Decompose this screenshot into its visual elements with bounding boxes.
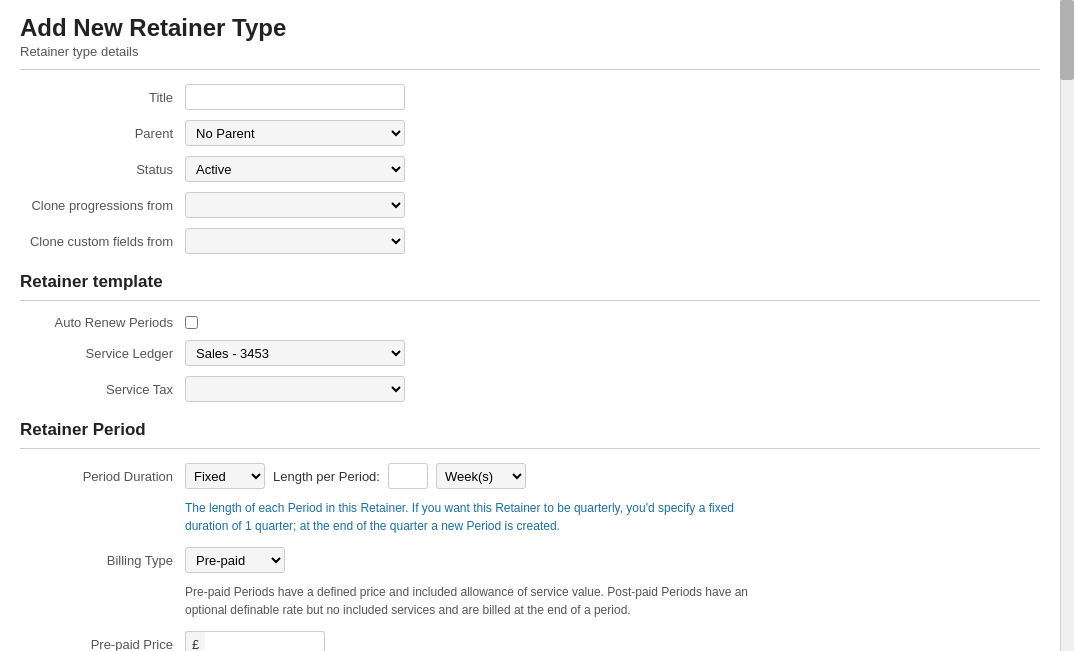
clone-progressions-select[interactable] (185, 192, 405, 218)
scrollbar-thumb[interactable] (1060, 0, 1074, 80)
service-ledger-select[interactable]: Sales - 3453 (185, 340, 405, 366)
prepaid-price-controls: £ (185, 631, 325, 651)
service-ledger-label: Service Ledger (20, 346, 185, 361)
parent-label: Parent (20, 126, 185, 141)
period-duration-row: Period Duration Fixed Variable Length pe… (20, 463, 1040, 489)
parent-select[interactable]: No Parent (185, 120, 405, 146)
status-row: Status Active Inactive (20, 156, 1040, 182)
title-label: Title (20, 90, 185, 105)
auto-renew-label: Auto Renew Periods (20, 315, 185, 330)
prepaid-price-label: Pre-paid Price (20, 637, 185, 652)
main-content: Add New Retainer Type Retainer type deta… (0, 0, 1060, 651)
prepaid-price-input[interactable] (205, 631, 325, 651)
week-select[interactable]: Week(s) Month(s) Year(s) (436, 463, 526, 489)
clone-custom-fields-row: Clone custom fields from (20, 228, 1040, 254)
auto-renew-row: Auto Renew Periods (20, 315, 1040, 330)
period-duration-help: The length of each Period in this Retain… (185, 499, 775, 535)
retainer-period-heading: Retainer Period (20, 420, 1040, 440)
length-per-period-label: Length per Period: (273, 469, 380, 484)
status-select[interactable]: Active Inactive (185, 156, 405, 182)
service-tax-select[interactable] (185, 376, 405, 402)
service-ledger-row: Service Ledger Sales - 3453 (20, 340, 1040, 366)
prepaid-price-row: Pre-paid Price £ (20, 631, 1040, 651)
service-tax-row: Service Tax (20, 376, 1040, 402)
clone-progressions-row: Clone progressions from (20, 192, 1040, 218)
retainer-period-section: Retainer Period Period Duration Fixed Va… (20, 420, 1040, 651)
period-duration-controls: Fixed Variable Length per Period: Week(s… (185, 463, 526, 489)
retainer-template-section: Retainer template Auto Renew Periods Ser… (20, 272, 1040, 402)
billing-type-row: Billing Type Pre-paid Post-paid (20, 547, 1040, 573)
auto-renew-checkbox-wrap (185, 316, 198, 329)
currency-symbol: £ (185, 631, 205, 651)
billing-type-help: Pre-paid Periods have a defined price an… (185, 583, 775, 619)
period-duration-label: Period Duration (20, 469, 185, 484)
section-divider-template (20, 300, 1040, 301)
scrollbar[interactable] (1060, 0, 1074, 651)
clone-progressions-label: Clone progressions from (20, 198, 185, 213)
period-duration-select[interactable]: Fixed Variable (185, 463, 265, 489)
parent-row: Parent No Parent (20, 120, 1040, 146)
page-subtitle: Retainer type details (20, 44, 1040, 59)
retainer-details-section: Title Parent No Parent Status Active Ina… (20, 84, 1040, 254)
retainer-template-heading: Retainer template (20, 272, 1040, 292)
length-per-period-input[interactable] (388, 463, 428, 489)
title-row: Title (20, 84, 1040, 110)
auto-renew-checkbox[interactable] (185, 316, 198, 329)
service-tax-label: Service Tax (20, 382, 185, 397)
clone-custom-fields-select[interactable] (185, 228, 405, 254)
status-label: Status (20, 162, 185, 177)
section-divider-top (20, 69, 1040, 70)
clone-custom-fields-label: Clone custom fields from (20, 234, 185, 249)
title-input[interactable] (185, 84, 405, 110)
billing-type-select[interactable]: Pre-paid Post-paid (185, 547, 285, 573)
page-title: Add New Retainer Type (20, 14, 1040, 42)
section-divider-period (20, 448, 1040, 449)
billing-type-label: Billing Type (20, 553, 185, 568)
